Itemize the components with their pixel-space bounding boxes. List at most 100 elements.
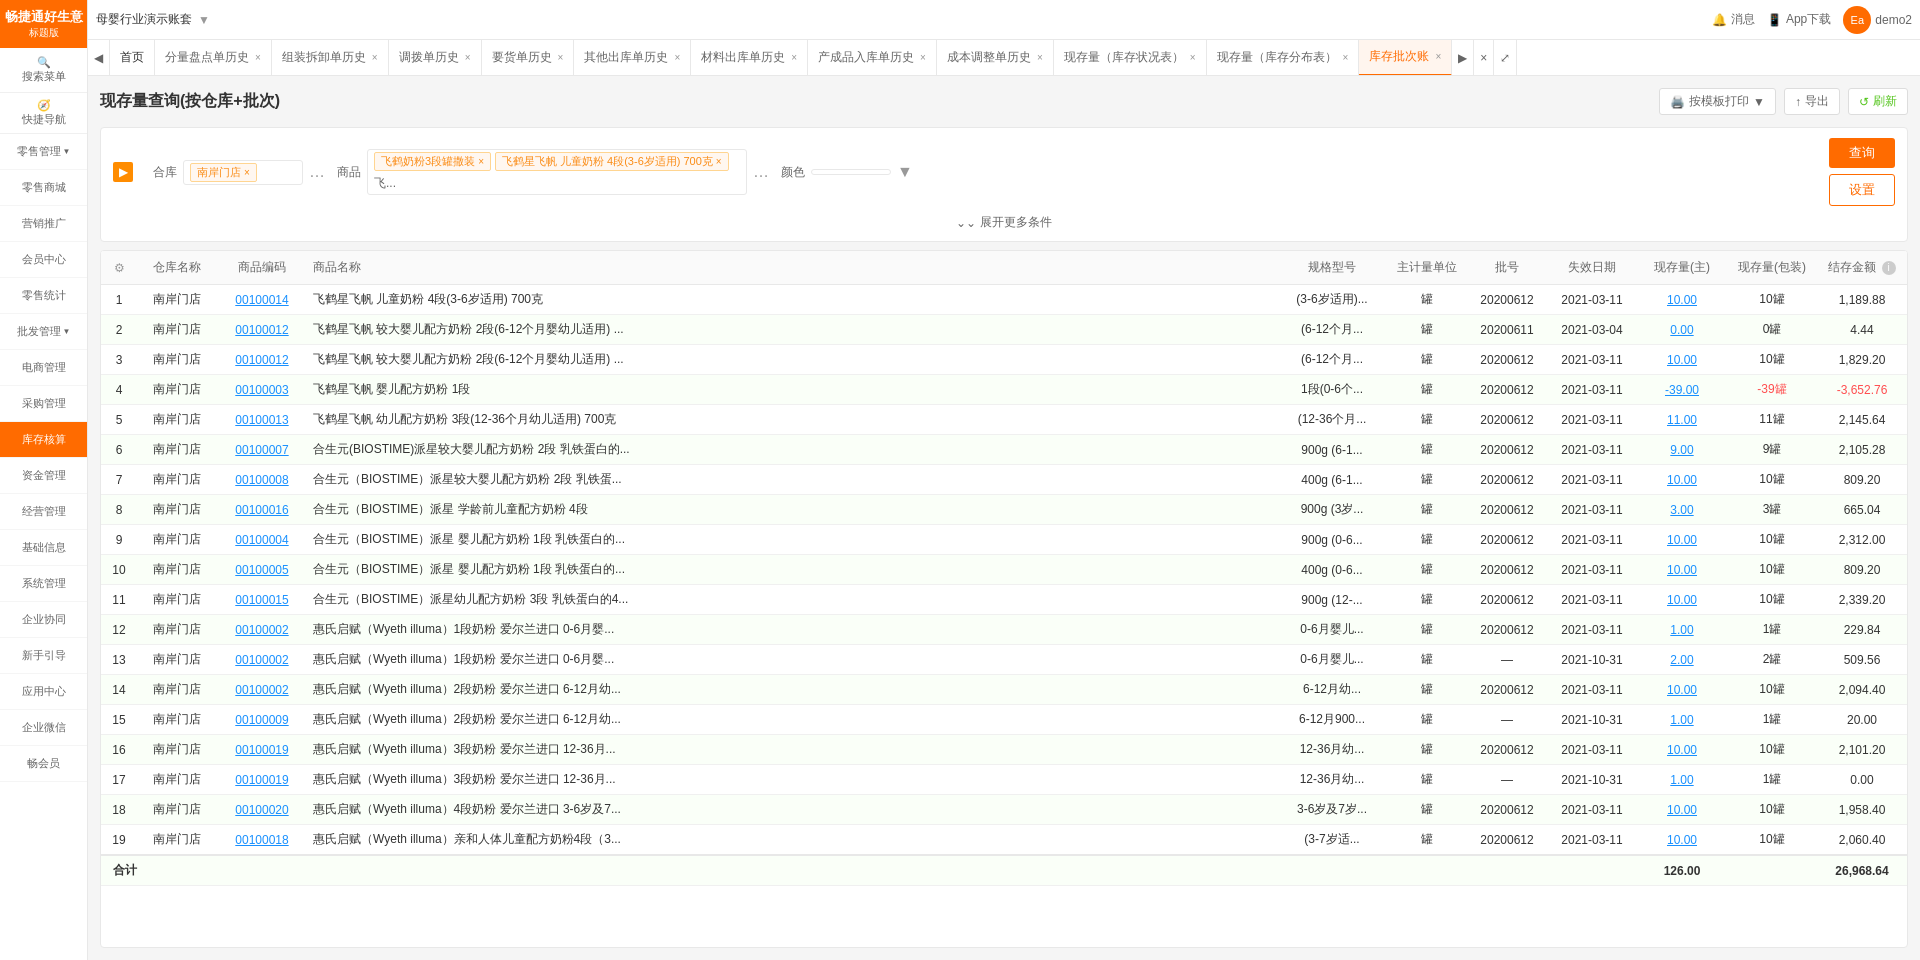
tab-home[interactable]: 首页 [110, 40, 155, 76]
tab-stock_dist[interactable]: 现存量（库存分布表）× [1207, 40, 1360, 76]
app-download-btn[interactable]: 📱 App下载 [1767, 11, 1831, 28]
row-qty-main-6[interactable]: 9.00 [1637, 435, 1727, 465]
row-qty-main-3[interactable]: 10.00 [1637, 345, 1727, 375]
sidebar-item-retail_store[interactable]: 零售商城 [0, 170, 87, 206]
tab-close-batch_voucher[interactable]: × [1435, 51, 1441, 62]
row-qty-main-9[interactable]: 10.00 [1637, 525, 1727, 555]
row-qty-main-1[interactable]: 10.00 [1637, 285, 1727, 315]
sidebar-item-wholesale[interactable]: 批发管理▼ [0, 314, 87, 350]
user-menu[interactable]: Ea demo2 [1843, 6, 1912, 34]
color-dropdown[interactable]: ▼ [897, 163, 913, 181]
warehouse-ellipsis[interactable]: … [309, 163, 325, 181]
row-qty-main-19[interactable]: 10.00 [1637, 825, 1727, 856]
row-code-3[interactable]: 00100012 [217, 345, 307, 375]
tab-close-material_out[interactable]: × [791, 52, 797, 63]
query-btn[interactable]: 查询 [1829, 138, 1895, 168]
refresh-btn[interactable]: ↺ 刷新 [1848, 88, 1908, 115]
row-code-14[interactable]: 00100002 [217, 675, 307, 705]
row-qty-main-4[interactable]: -39.00 [1637, 375, 1727, 405]
warehouse-tag-input[interactable]: 南岸门店 × [183, 160, 303, 185]
tabs-close-all[interactable]: × [1474, 40, 1494, 76]
row-code-6[interactable]: 00100007 [217, 435, 307, 465]
tab-close-tiao_bo[interactable]: × [465, 52, 471, 63]
row-qty-main-13[interactable]: 2.00 [1637, 645, 1727, 675]
sidebar-item-enterprise[interactable]: 企业协同 [0, 602, 87, 638]
tabs-scroll-right[interactable]: ▶ [1452, 40, 1474, 76]
row-qty-main-15[interactable]: 1.00 [1637, 705, 1727, 735]
filter-expand-btn[interactable]: ▶ [113, 162, 133, 182]
row-qty-main-8[interactable]: 3.00 [1637, 495, 1727, 525]
row-qty-main-2[interactable]: 0.00 [1637, 315, 1727, 345]
row-qty-main-11[interactable]: 10.00 [1637, 585, 1727, 615]
row-code-18[interactable]: 00100020 [217, 795, 307, 825]
row-code-5[interactable]: 00100013 [217, 405, 307, 435]
row-code-17[interactable]: 00100019 [217, 765, 307, 795]
row-qty-main-14[interactable]: 10.00 [1637, 675, 1727, 705]
sidebar-item-newguide[interactable]: 新手引导 [0, 638, 87, 674]
tab-close-fen_pan[interactable]: × [255, 52, 261, 63]
expand-more-btn[interactable]: ⌄⌄ 展开更多条件 [113, 214, 1895, 231]
tab-zu_cai[interactable]: 组装拆卸单历史× [272, 40, 389, 76]
tab-close-zu_cai[interactable]: × [372, 52, 378, 63]
industry-selector[interactable]: 母婴行业演示账套 [96, 11, 192, 28]
sidebar-item-basic[interactable]: 基础信息 [0, 530, 87, 566]
sidebar-item-members[interactable]: 会员中心 [0, 242, 87, 278]
goods-tag-input[interactable]: 飞鹤奶粉3段罐撒装 × 飞鹤星飞帆 儿童奶粉 4段(3-6岁适用) 700克 ×… [367, 149, 747, 195]
goods-tag-1-close[interactable]: × [478, 156, 484, 167]
template-print-btn[interactable]: 🖨️ 按模板打印 ▼ [1659, 88, 1776, 115]
tab-close-other_out[interactable]: × [674, 52, 680, 63]
row-code-2[interactable]: 00100012 [217, 315, 307, 345]
tab-fen_pan[interactable]: 分量盘点单历史× [155, 40, 272, 76]
row-qty-main-7[interactable]: 10.00 [1637, 465, 1727, 495]
app-logo[interactable]: 畅捷通好生意 标题版 [0, 0, 87, 48]
row-code-7[interactable]: 00100008 [217, 465, 307, 495]
search-menu[interactable]: 🔍 搜索菜单 [0, 48, 87, 93]
sidebar-item-corpwx[interactable]: 企业微信 [0, 710, 87, 746]
export-btn[interactable]: ↑ 导出 [1784, 88, 1840, 115]
color-input[interactable] [811, 169, 891, 175]
messages-btn[interactable]: 🔔 消息 [1712, 11, 1755, 28]
template-dropdown-icon[interactable]: ▼ [1753, 95, 1765, 109]
tab-material_out[interactable]: 材料出库单历史× [691, 40, 808, 76]
row-code-12[interactable]: 00100002 [217, 615, 307, 645]
tab-other_out[interactable]: 其他出库单历史× [574, 40, 691, 76]
row-qty-main-12[interactable]: 1.00 [1637, 615, 1727, 645]
tab-close-yao_huo[interactable]: × [558, 52, 564, 63]
tab-yao_huo[interactable]: 要货单历史× [482, 40, 575, 76]
sidebar-item-operations[interactable]: 经营管理 [0, 494, 87, 530]
sidebar-item-stock[interactable]: 库存核算 [0, 422, 87, 458]
tabs-scroll-left[interactable]: ◀ [88, 40, 110, 76]
tab-close-product_in[interactable]: × [920, 52, 926, 63]
row-code-15[interactable]: 00100009 [217, 705, 307, 735]
row-code-1[interactable]: 00100014 [217, 285, 307, 315]
sidebar-item-retail[interactable]: 零售管理▼ [0, 134, 87, 170]
tab-batch_voucher[interactable]: 库存批次账× [1359, 40, 1452, 76]
sidebar-item-finance[interactable]: 资金管理 [0, 458, 87, 494]
tab-product_in[interactable]: 产成品入库单历史× [808, 40, 937, 76]
goods-ellipsis[interactable]: … [753, 163, 769, 181]
goods-more[interactable]: 飞... [374, 175, 396, 192]
tab-tiao_bo[interactable]: 调拨单历史× [389, 40, 482, 76]
col-settings-icon[interactable]: ⚙ [101, 251, 137, 285]
sidebar-item-system[interactable]: 系统管理 [0, 566, 87, 602]
tab-close-stock_dist[interactable]: × [1343, 52, 1349, 63]
row-qty-main-17[interactable]: 1.00 [1637, 765, 1727, 795]
industry-dropdown-icon[interactable]: ▼ [198, 13, 210, 27]
row-qty-main-18[interactable]: 10.00 [1637, 795, 1727, 825]
tab-stock_status[interactable]: 现存量（库存状况表）× [1054, 40, 1207, 76]
tabs-expand[interactable]: ⤢ [1494, 40, 1517, 76]
row-qty-main-5[interactable]: 11.00 [1637, 405, 1727, 435]
row-qty-main-10[interactable]: 10.00 [1637, 555, 1727, 585]
sidebar-item-marketing[interactable]: 营销推广 [0, 206, 87, 242]
balance-info-icon[interactable]: i [1882, 261, 1896, 275]
row-code-10[interactable]: 00100005 [217, 555, 307, 585]
row-code-13[interactable]: 00100002 [217, 645, 307, 675]
warehouse-tag-close[interactable]: × [244, 167, 250, 178]
row-code-19[interactable]: 00100018 [217, 825, 307, 856]
sidebar-item-purchase[interactable]: 采购管理 [0, 386, 87, 422]
row-code-11[interactable]: 00100015 [217, 585, 307, 615]
sidebar-item-vip[interactable]: 畅会员 [0, 746, 87, 782]
sidebar-item-appcenter[interactable]: 应用中心 [0, 674, 87, 710]
sidebar-item-ecommerce[interactable]: 电商管理 [0, 350, 87, 386]
row-code-8[interactable]: 00100016 [217, 495, 307, 525]
